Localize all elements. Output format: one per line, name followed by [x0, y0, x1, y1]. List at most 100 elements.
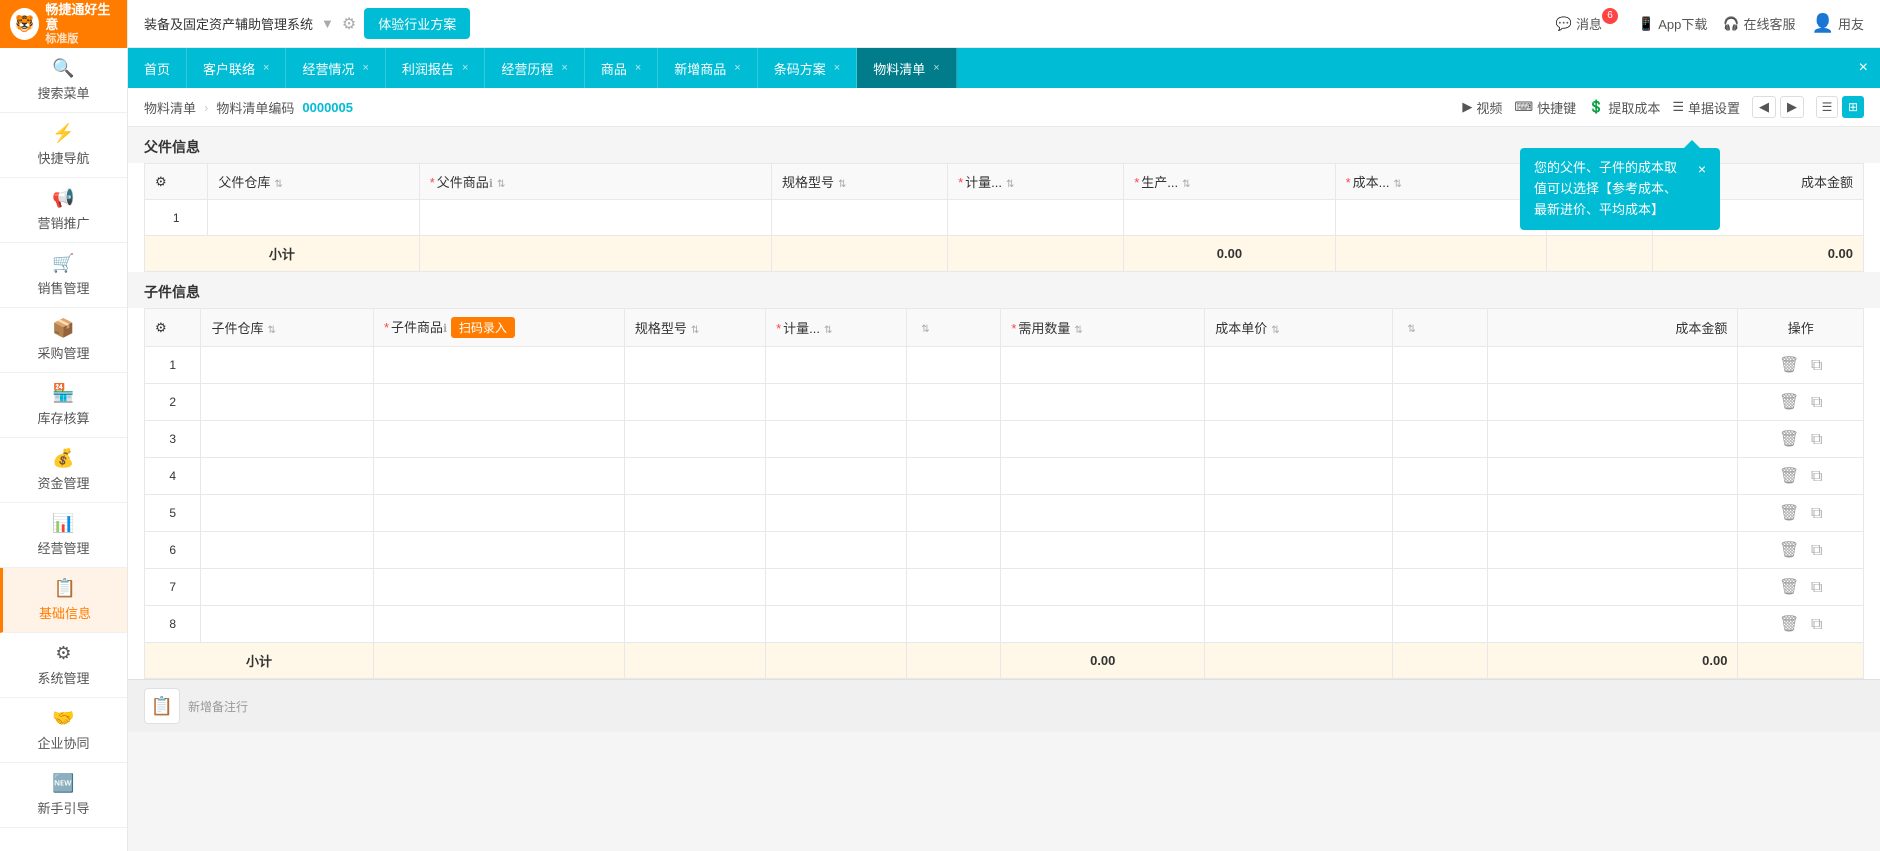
parent-row-1-product[interactable] [419, 200, 771, 236]
parent-row-1-spec[interactable] [771, 200, 947, 236]
child-row-2-req-qty[interactable] [1001, 384, 1205, 421]
child-row-1-copy-btn[interactable]: ⧉ [1807, 355, 1826, 377]
child-row-5-spec[interactable] [624, 495, 765, 532]
child-row-5-unit-cost[interactable] [1205, 495, 1393, 532]
tab-new-product[interactable]: 新增商品 × [658, 48, 757, 88]
child-row-4-req-qty[interactable] [1001, 458, 1205, 495]
child-row-4-unit[interactable] [766, 458, 907, 495]
child-row-7-unit[interactable] [766, 569, 907, 606]
child-row-1-delete-btn[interactable]: 🗑 [1775, 353, 1803, 377]
child-row-8-copy-btn[interactable]: ⧉ [1807, 614, 1826, 636]
child-row-7-spec[interactable] [624, 569, 765, 606]
sidebar-item-quick-nav[interactable]: ⚡ 快捷导航 [0, 113, 127, 178]
child-row-8-unit[interactable] [766, 606, 907, 643]
gear-icon[interactable]: ⚙ [342, 14, 356, 34]
child-row-6-delete-btn[interactable]: 🗑 [1775, 538, 1803, 562]
tab-business-close[interactable]: × [362, 62, 368, 74]
prev-page-btn[interactable]: ◀ [1752, 96, 1776, 118]
child-row-1-unit[interactable] [766, 347, 907, 384]
child-row-2-product[interactable] [373, 384, 624, 421]
list-view-btn[interactable]: ☰ [1816, 96, 1838, 118]
next-page-btn[interactable]: ▶ [1780, 96, 1804, 118]
child-row-3-unit[interactable] [766, 421, 907, 458]
child-row-6-warehouse[interactable] [201, 532, 374, 569]
try-btn[interactable]: 体验行业方案 [364, 8, 470, 39]
child-row-3-copy-btn[interactable]: ⧉ [1807, 429, 1826, 451]
user-menu[interactable]: 👤 用友 [1812, 13, 1864, 34]
child-row-5-unit[interactable] [766, 495, 907, 532]
messages-btn[interactable]: 💬 消息 6 [1556, 14, 1622, 33]
tab-new-product-close[interactable]: × [734, 62, 740, 74]
child-row-8-req-qty[interactable] [1001, 606, 1205, 643]
child-row-5-warehouse[interactable] [201, 495, 374, 532]
sidebar-item-marketing[interactable]: 📢 营销推广 [0, 178, 127, 243]
sidebar-item-finance[interactable]: 💰 资金管理 [0, 438, 127, 503]
tab-profit[interactable]: 利润报告 × [386, 48, 485, 88]
child-row-2-unit-cost[interactable] [1205, 384, 1393, 421]
child-row-5-product[interactable] [373, 495, 624, 532]
child-row-1-unit-cost[interactable] [1205, 347, 1393, 384]
tab-product-close[interactable]: × [635, 62, 641, 74]
child-row-8-spec[interactable] [624, 606, 765, 643]
child-row-4-product[interactable] [373, 458, 624, 495]
child-row-4-warehouse[interactable] [201, 458, 374, 495]
child-row-6-unit-cost[interactable] [1205, 532, 1393, 569]
child-row-7-product[interactable] [373, 569, 624, 606]
child-row-8-warehouse[interactable] [201, 606, 374, 643]
child-row-5-copy-btn[interactable]: ⧉ [1807, 503, 1826, 525]
sidebar-item-system[interactable]: ⚙ 系统管理 [0, 633, 127, 698]
child-row-2-warehouse[interactable] [201, 384, 374, 421]
sidebar-item-purchase[interactable]: 📦 采购管理 [0, 308, 127, 373]
grid-view-btn[interactable]: ⊞ [1842, 96, 1864, 118]
child-row-2-copy-btn[interactable]: ⧉ [1807, 392, 1826, 414]
sidebar-item-operations[interactable]: 📊 经营管理 [0, 503, 127, 568]
tab-customer-close[interactable]: × [263, 62, 269, 74]
child-row-6-spec[interactable] [624, 532, 765, 569]
child-row-3-spec[interactable] [624, 421, 765, 458]
sidebar-item-basic-info[interactable]: 📋 基础信息 [0, 568, 127, 633]
child-row-7-delete-btn[interactable]: 🗑 [1775, 575, 1803, 599]
sidebar-item-enterprise[interactable]: 🤝 企业协同 [0, 698, 127, 763]
child-row-4-unit-cost[interactable] [1205, 458, 1393, 495]
child-row-4-spec[interactable] [624, 458, 765, 495]
tab-product[interactable]: 商品 × [585, 48, 658, 88]
tab-bom[interactable]: 物料清单 × [857, 48, 956, 88]
child-row-8-unit-cost[interactable] [1205, 606, 1393, 643]
single-setting-btn[interactable]: ☰ 单据设置 [1672, 98, 1740, 117]
child-row-7-unit-cost[interactable] [1205, 569, 1393, 606]
child-row-1-warehouse[interactable] [201, 347, 374, 384]
tab-profit-close[interactable]: × [462, 62, 468, 74]
parent-row-1-warehouse[interactable] [208, 200, 419, 236]
sidebar-item-inventory[interactable]: 🏪 库存核算 [0, 373, 127, 438]
child-row-2-delete-btn[interactable]: 🗑 [1775, 390, 1803, 414]
child-row-3-warehouse[interactable] [201, 421, 374, 458]
child-row-5-delete-btn[interactable]: 🗑 [1775, 501, 1803, 525]
child-row-3-product[interactable] [373, 421, 624, 458]
child-row-6-req-qty[interactable] [1001, 532, 1205, 569]
tab-history-close[interactable]: × [561, 62, 567, 74]
tab-business[interactable]: 经营情况 × [286, 48, 385, 88]
breadcrumb-current[interactable]: 物料清单 [144, 98, 196, 117]
shortcut-btn[interactable]: ⌨ 快捷键 [1514, 98, 1576, 117]
child-row-1-product[interactable] [373, 347, 624, 384]
child-row-1-spec[interactable] [624, 347, 765, 384]
parent-row-1-unit[interactable] [948, 200, 1124, 236]
child-row-7-warehouse[interactable] [201, 569, 374, 606]
child-row-6-copy-btn[interactable]: ⧉ [1807, 540, 1826, 562]
extract-cost-btn[interactable]: 💲 提取成本 [1588, 98, 1660, 117]
child-row-2-unit[interactable] [766, 384, 907, 421]
tab-customer[interactable]: 客户联络 × [187, 48, 286, 88]
child-row-5-req-qty[interactable] [1001, 495, 1205, 532]
tab-history[interactable]: 经营历程 × [485, 48, 584, 88]
child-row-2-spec[interactable] [624, 384, 765, 421]
child-row-6-unit[interactable] [766, 532, 907, 569]
tab-barcode[interactable]: 条码方案 × [758, 48, 857, 88]
sidebar-item-guide[interactable]: 🆕 新手引导 [0, 763, 127, 828]
tab-bom-close[interactable]: × [933, 62, 939, 74]
child-row-6-product[interactable] [373, 532, 624, 569]
close-all-tabs[interactable]: × [1847, 59, 1880, 77]
add-note-btn[interactable]: 📋 [144, 688, 180, 724]
child-row-8-delete-btn[interactable]: 🗑 [1775, 612, 1803, 636]
child-col-settings[interactable]: ⚙ [145, 309, 201, 347]
child-row-7-req-qty[interactable] [1001, 569, 1205, 606]
